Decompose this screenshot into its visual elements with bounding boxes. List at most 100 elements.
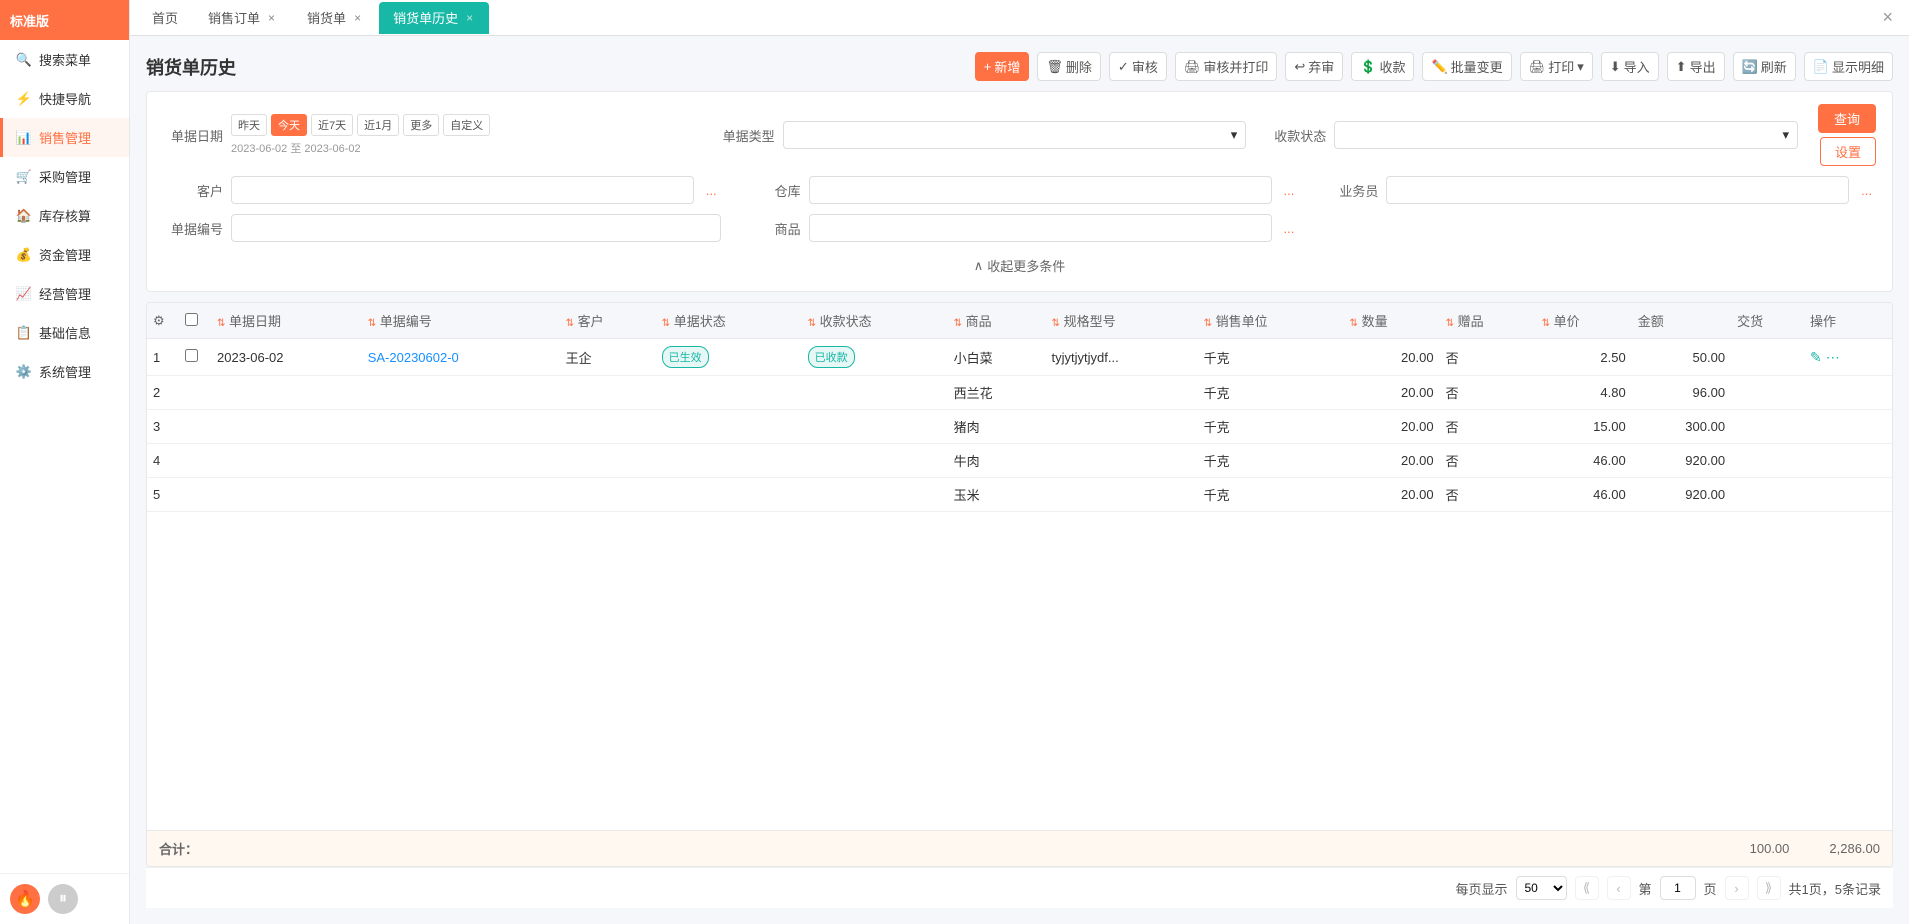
tab-bar: 首页 销售订单 × 销货单 × 销货单历史 × × [130,0,1909,36]
date-btn-1month[interactable]: 近1月 [357,114,399,136]
date-btn-today[interactable]: 今天 [271,114,307,136]
warehouse-ellipsis-btn[interactable]: ... [1280,183,1299,198]
col-collect-status[interactable]: ⇅ 收款状态 [802,303,948,339]
filter-doc-type-select[interactable]: ▾ [783,121,1247,149]
audit-label: 审核 [1132,57,1158,76]
select-all-checkbox[interactable] [185,313,198,326]
col-doc-no[interactable]: ⇅ 单据编号 [362,303,560,339]
filter-salesperson-item: 业务员 ... [1318,176,1876,204]
next-page-btn[interactable]: › [1725,876,1749,900]
row-checkbox[interactable] [185,349,198,362]
col-spec-type[interactable]: ⇅ 规格型号 [1046,303,1198,339]
page-number-input[interactable] [1660,876,1696,900]
col-quantity[interactable]: ⇅ 数量 [1344,303,1440,339]
customer-ellipsis-btn[interactable]: ... [702,183,721,198]
collapse-button[interactable]: ∧ 收起更多条件 [163,252,1876,279]
sidebar-pause-btn[interactable]: ⏸ [48,884,78,914]
batch-change-button[interactable]: ✏️ 批量变更 [1422,52,1511,81]
doc-status-badge: 已生效 [662,346,709,368]
tab-sales-delivery-close[interactable]: × [352,11,363,25]
date-btn-7days[interactable]: 近7天 [311,114,353,136]
filter-warehouse-input[interactable] [809,176,1272,204]
col-doc-date[interactable]: ⇅ 单据日期 [211,303,362,339]
sidebar-item-purchase-mgmt[interactable]: 🛒 采购管理 [0,157,129,196]
tab-home[interactable]: 首页 [138,2,192,34]
col-customer[interactable]: ⇅ 客户 [560,303,656,339]
col-unit-price[interactable]: ⇅ 单价 [1536,303,1632,339]
col-settings[interactable]: ⚙ [147,303,179,339]
page-content: 销货单历史 + 新增 🗑 删除 ✓ 审核 🖨 审核并打印 [130,36,1909,924]
tab-sales-history-close[interactable]: × [464,11,475,25]
sidebar-item-ops-mgmt[interactable]: 📈 经营管理 [0,274,129,313]
refresh-label: 刷新 [1761,57,1787,76]
col-gift[interactable]: ⇅ 赠品 [1440,303,1536,339]
audit-print-label: 审核并打印 [1203,57,1268,76]
print-button[interactable]: 🖨 打印 ▾ [1520,52,1593,81]
date-btn-yesterday[interactable]: 昨天 [231,114,267,136]
product-ellipsis-btn[interactable]: ... [1280,221,1299,236]
page-label: 第 [1639,879,1652,898]
sidebar-item-label: 资金管理 [39,245,91,264]
refresh-button[interactable]: 🔄 刷新 [1733,52,1796,81]
filter-collect-status-select[interactable]: ▾ [1334,121,1798,149]
collect-button[interactable]: 💲 收款 [1351,52,1414,81]
pagination: 每页显示 50 100 200 ⟪ ‹ 第 页 › ⟫ 共1页，5条记录 [146,867,1893,908]
toolbar: + 新增 🗑 删除 ✓ 审核 🖨 审核并打印 ↩ 弃审 [975,52,1893,81]
per-page-select[interactable]: 50 100 200 [1516,876,1567,900]
col-action: 操作 [1804,303,1892,339]
import-button[interactable]: ⬇ 导入 [1601,52,1659,81]
col-doc-status[interactable]: ⇅ 单据状态 [656,303,802,339]
finance-icon: 💰 [15,246,33,264]
filter-settings-button[interactable]: 设置 [1820,137,1876,166]
abandon-button[interactable]: ↩ 弃审 [1285,52,1343,81]
doc-no-link[interactable]: SA-20230602-0 [368,350,459,365]
tab-sales-order-close[interactable]: × [266,11,277,25]
date-btn-custom[interactable]: 自定义 [443,114,490,136]
audit-button[interactable]: ✓ 审核 [1109,52,1167,81]
audit-print-button[interactable]: 🖨 审核并打印 [1175,52,1278,81]
audit-icon: ✓ [1118,59,1129,75]
tab-sales-history[interactable]: 销货单历史 × [379,2,489,34]
col-product[interactable]: ⇅ 商品 [948,303,1046,339]
sidebar-item-basic-info[interactable]: 📋 基础信息 [0,313,129,352]
salesperson-ellipsis-btn[interactable]: ... [1857,183,1876,198]
sidebar-item-finance-mgmt[interactable]: 💰 资金管理 [0,235,129,274]
first-page-btn[interactable]: ⟪ [1575,876,1599,900]
filter-customer-input[interactable] [231,176,694,204]
add-button[interactable]: + 新增 [975,52,1030,81]
edit-action-btn[interactable]: ✎ [1810,349,1822,365]
delete-button[interactable]: 🗑 删除 [1037,52,1101,81]
last-page-btn[interactable]: ⟫ [1757,876,1781,900]
sidebar-user-btn[interactable]: 🔥 [10,884,40,914]
sidebar-item-quick-nav[interactable]: ⚡ 快捷导航 [0,79,129,118]
sidebar-item-label: 采购管理 [39,167,91,186]
filter-product-input[interactable] [809,214,1272,242]
collect-label: 收款 [1379,57,1405,76]
footer-totals: 100.00 2,286.00 [1750,841,1880,856]
settings-icon[interactable]: ⚙ [153,313,165,328]
tab-sales-delivery-label: 销货单 [307,8,346,27]
sidebar-item-inventory-calc[interactable]: 🏠 库存核算 [0,196,129,235]
app-logo: 标准版 [0,0,129,40]
display-detail-button[interactable]: 📄 显示明细 [1804,52,1893,81]
sidebar-item-search-menu[interactable]: 🔍 搜索菜单 [0,40,129,79]
date-btn-more[interactable]: 更多 [403,114,439,136]
sidebar-item-sales-mgmt[interactable]: 📊 销售管理 [0,118,129,157]
filter-doc-type-item: 单据类型 ▾ [715,121,1247,149]
quicknav-icon: ⚡ [15,90,33,108]
tab-sales-delivery[interactable]: 销货单 × [293,2,377,34]
filter-doc-no-input[interactable] [231,214,721,242]
collapse-icon: ∧ [974,258,984,274]
window-close-btn[interactable]: × [1874,7,1901,28]
prev-page-btn[interactable]: ‹ [1607,876,1631,900]
sort-icon: ⇅ [662,318,670,329]
more-action-btn[interactable]: ⋯ [1826,349,1840,365]
col-sales-unit[interactable]: ⇅ 销售单位 [1198,303,1344,339]
ops-icon: 📈 [15,285,33,303]
export-button[interactable]: ⬆ 导出 [1667,52,1725,81]
query-button[interactable]: 查询 [1818,104,1876,133]
sidebar-item-sys-mgmt[interactable]: ⚙️ 系统管理 [0,352,129,391]
filter-salesperson-input[interactable] [1386,176,1849,204]
tab-sales-order[interactable]: 销售订单 × [194,2,291,34]
chevron-down-icon2: ▾ [1782,127,1789,143]
